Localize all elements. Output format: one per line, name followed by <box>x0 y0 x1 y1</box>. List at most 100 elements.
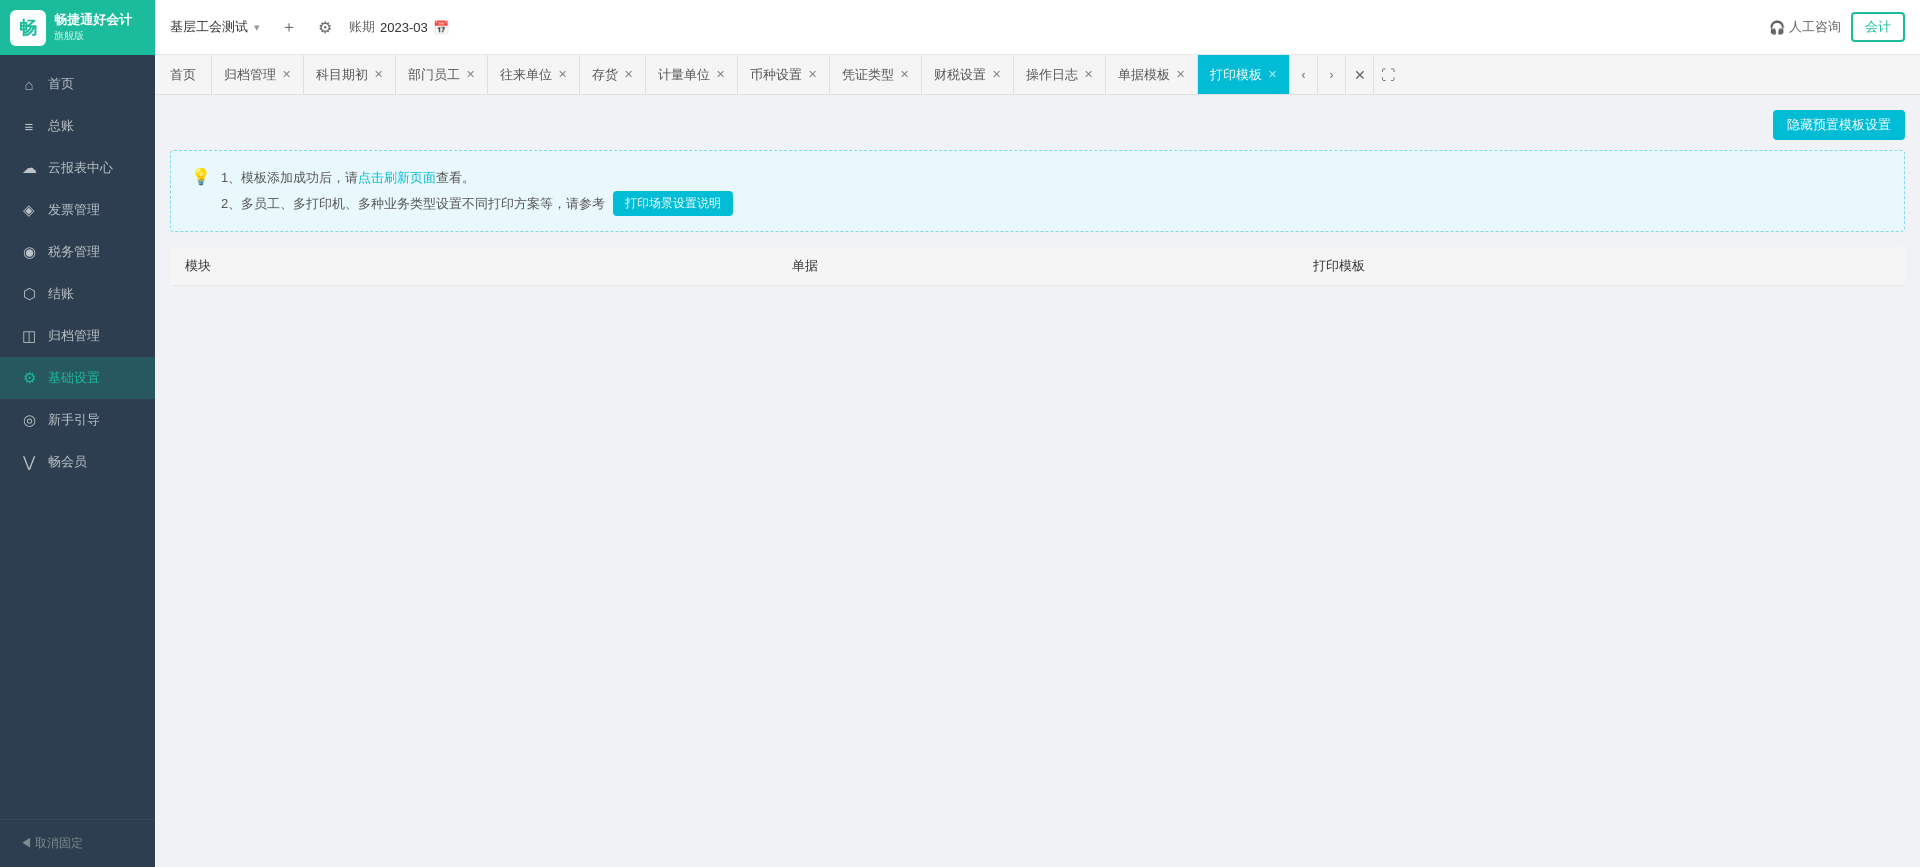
print-template-table: 模块 单据 打印模板 <box>170 247 1905 286</box>
tab-expand-button[interactable]: ⛶ <box>1374 55 1402 94</box>
ledger-icon: ≡ <box>20 118 38 135</box>
tab-subject[interactable]: 科目期初 ✕ <box>304 55 396 94</box>
tab-receipt-label: 单据模板 <box>1118 66 1170 84</box>
tab-oplog-label: 操作日志 <box>1026 66 1078 84</box>
tab-currency-label: 币种设置 <box>750 66 802 84</box>
tab-inventory[interactable]: 存货 ✕ <box>580 55 646 94</box>
tab-scroll-right-button[interactable]: › <box>1318 55 1346 94</box>
tab-close-icon[interactable]: ✕ <box>624 68 633 81</box>
tab-department[interactable]: 部门员工 ✕ <box>396 55 488 94</box>
sidebar-item-label: 新手引导 <box>48 411 100 429</box>
sidebar-item-invoice[interactable]: ◈ 发票管理 <box>0 189 155 231</box>
tab-currency[interactable]: 币种设置 ✕ <box>738 55 830 94</box>
tab-close-icon[interactable]: ✕ <box>1268 68 1277 81</box>
sidebar-item-guide[interactable]: ◎ 新手引导 <box>0 399 155 441</box>
tab-voucher[interactable]: 凭证类型 ✕ <box>830 55 922 94</box>
tab-scroll-left-button[interactable]: ‹ <box>1290 55 1318 94</box>
tab-close-icon[interactable]: ✕ <box>808 68 817 81</box>
info-text: 1、模板添加成功后，请点击刷新页面查看。 2、多员工、多打印机、多种业务类型设置… <box>221 166 1884 216</box>
hide-template-button[interactable]: 隐藏预置模板设置 <box>1773 110 1905 140</box>
tab-home-label: 首页 <box>170 66 196 84</box>
settings-icon: ⚙ <box>20 369 38 387</box>
tab-department-label: 部门员工 <box>408 66 460 84</box>
sidebar-item-label: 云报表中心 <box>48 159 113 177</box>
support-label: 人工咨询 <box>1789 18 1841 36</box>
tab-close-icon[interactable]: ✕ <box>374 68 383 81</box>
calendar-icon[interactable]: 📅 <box>433 20 449 35</box>
sidebar-item-home[interactable]: ⌂ 首页 <box>0 63 155 105</box>
sidebar-item-settlement[interactable]: ⬡ 结账 <box>0 273 155 315</box>
tab-close-icon[interactable]: ✕ <box>282 68 291 81</box>
sidebar-item-member[interactable]: ⋁ 畅会员 <box>0 441 155 483</box>
sidebar-item-label: 总账 <box>48 117 74 135</box>
tab-close-icon[interactable]: ✕ <box>558 68 567 81</box>
tab-print[interactable]: 打印模板 ✕ <box>1198 55 1290 94</box>
col-document-header: 单据 <box>777 247 1298 286</box>
archive-icon: ◫ <box>20 327 38 345</box>
period-value: 2023-03 <box>380 20 428 35</box>
guide-icon: ◎ <box>20 411 38 429</box>
period-selector: 账期 2023-03 📅 <box>349 18 449 36</box>
sidebar-item-label: 归档管理 <box>48 327 100 345</box>
tab-close-icon[interactable]: ✕ <box>1176 68 1185 81</box>
company-name: 基层工会测试 <box>170 18 248 36</box>
sidebar-unpin-button[interactable]: ◀ 取消固定 <box>0 819 155 867</box>
period-label-text: 账期 <box>349 18 375 36</box>
company-selector[interactable]: 基层工会测试 ▾ <box>170 18 260 36</box>
tab-close-icon[interactable]: ✕ <box>992 68 1001 81</box>
tab-unit-label: 计量单位 <box>658 66 710 84</box>
sidebar: 畅 畅捷通好会计 旗舰版 ⌂ 首页 ≡ 总账 ☁ 云报表中心 ◈ 发票管理 ◉ … <box>0 0 155 867</box>
topbar-right: 🎧 人工咨询 会计 <box>1769 12 1905 42</box>
info-line2-prefix: 2、多员工、多打印机、多种业务类型设置不同打印方案等，请参考 <box>221 192 605 215</box>
refresh-page-link[interactable]: 点击刷新页面 <box>358 170 436 185</box>
tab-archive-label: 归档管理 <box>224 66 276 84</box>
tab-home[interactable]: 首页 <box>155 55 212 94</box>
topbar: 基层工会测试 ▾ ＋ ⚙ 账期 2023-03 📅 🎧 人工咨询 会计 <box>155 0 1920 55</box>
sidebar-item-archive[interactable]: ◫ 归档管理 <box>0 315 155 357</box>
sidebar-item-tax[interactable]: ◉ 税务管理 <box>0 231 155 273</box>
main-area: 基层工会测试 ▾ ＋ ⚙ 账期 2023-03 📅 🎧 人工咨询 会计 首页 <box>155 0 1920 867</box>
col-module-header: 模块 <box>170 247 777 286</box>
tab-oplog[interactable]: 操作日志 ✕ <box>1014 55 1106 94</box>
info-line1-suffix: 查看。 <box>436 170 475 185</box>
tab-partner[interactable]: 往来单位 ✕ <box>488 55 580 94</box>
info-line-1: 1、模板添加成功后，请点击刷新页面查看。 <box>221 166 1884 189</box>
tax-icon: ◉ <box>20 243 38 261</box>
col-template-header: 打印模板 <box>1298 247 1905 286</box>
tab-taxsettings-label: 财税设置 <box>934 66 986 84</box>
sidebar-item-label: 畅会员 <box>48 453 87 471</box>
settlement-icon: ⬡ <box>20 285 38 303</box>
sidebar-nav: ⌂ 首页 ≡ 总账 ☁ 云报表中心 ◈ 发票管理 ◉ 税务管理 ⬡ 结账 ◫ 归… <box>0 55 155 819</box>
add-tab-button[interactable]: ＋ <box>275 13 303 41</box>
settings-gear-button[interactable]: ⚙ <box>311 13 339 41</box>
tab-subject-label: 科目期初 <box>316 66 368 84</box>
print-scene-button[interactable]: 打印场景设置说明 <box>613 191 733 216</box>
sidebar-item-label: 结账 <box>48 285 74 303</box>
tab-close-icon[interactable]: ✕ <box>1084 68 1093 81</box>
tab-unit[interactable]: 计量单位 ✕ <box>646 55 738 94</box>
tab-close-all-button[interactable]: ✕ <box>1346 55 1374 94</box>
home-icon: ⌂ <box>20 76 38 93</box>
logo-title: 畅捷通好会计 <box>54 12 132 29</box>
tab-close-icon[interactable]: ✕ <box>900 68 909 81</box>
sidebar-item-label: 税务管理 <box>48 243 100 261</box>
account-button[interactable]: 会计 <box>1851 12 1905 42</box>
info-box: 💡 1、模板添加成功后，请点击刷新页面查看。 2、多员工、多打印机、多种业务类型… <box>170 150 1905 232</box>
invoice-icon: ◈ <box>20 201 38 219</box>
tab-inventory-label: 存货 <box>592 66 618 84</box>
sidebar-item-label: 首页 <box>48 75 74 93</box>
table-header: 模块 单据 打印模板 <box>170 247 1905 286</box>
sidebar-item-label: 基础设置 <box>48 369 100 387</box>
tab-taxsettings[interactable]: 财税设置 ✕ <box>922 55 1014 94</box>
support-button[interactable]: 🎧 人工咨询 <box>1769 18 1841 36</box>
tab-archive[interactable]: 归档管理 ✕ <box>212 55 304 94</box>
tab-receipt[interactable]: 单据模板 ✕ <box>1106 55 1198 94</box>
tab-close-icon[interactable]: ✕ <box>466 68 475 81</box>
tab-close-icon[interactable]: ✕ <box>716 68 725 81</box>
logo-text-group: 畅捷通好会计 旗舰版 <box>54 12 132 43</box>
sidebar-item-reports[interactable]: ☁ 云报表中心 <box>0 147 155 189</box>
sidebar-item-settings[interactable]: ⚙ 基础设置 <box>0 357 155 399</box>
sidebar-item-ledger[interactable]: ≡ 总账 <box>0 105 155 147</box>
tab-partner-label: 往来单位 <box>500 66 552 84</box>
tabbar: 首页 归档管理 ✕ 科目期初 ✕ 部门员工 ✕ 往来单位 ✕ 存货 ✕ 计量单位… <box>155 55 1920 95</box>
